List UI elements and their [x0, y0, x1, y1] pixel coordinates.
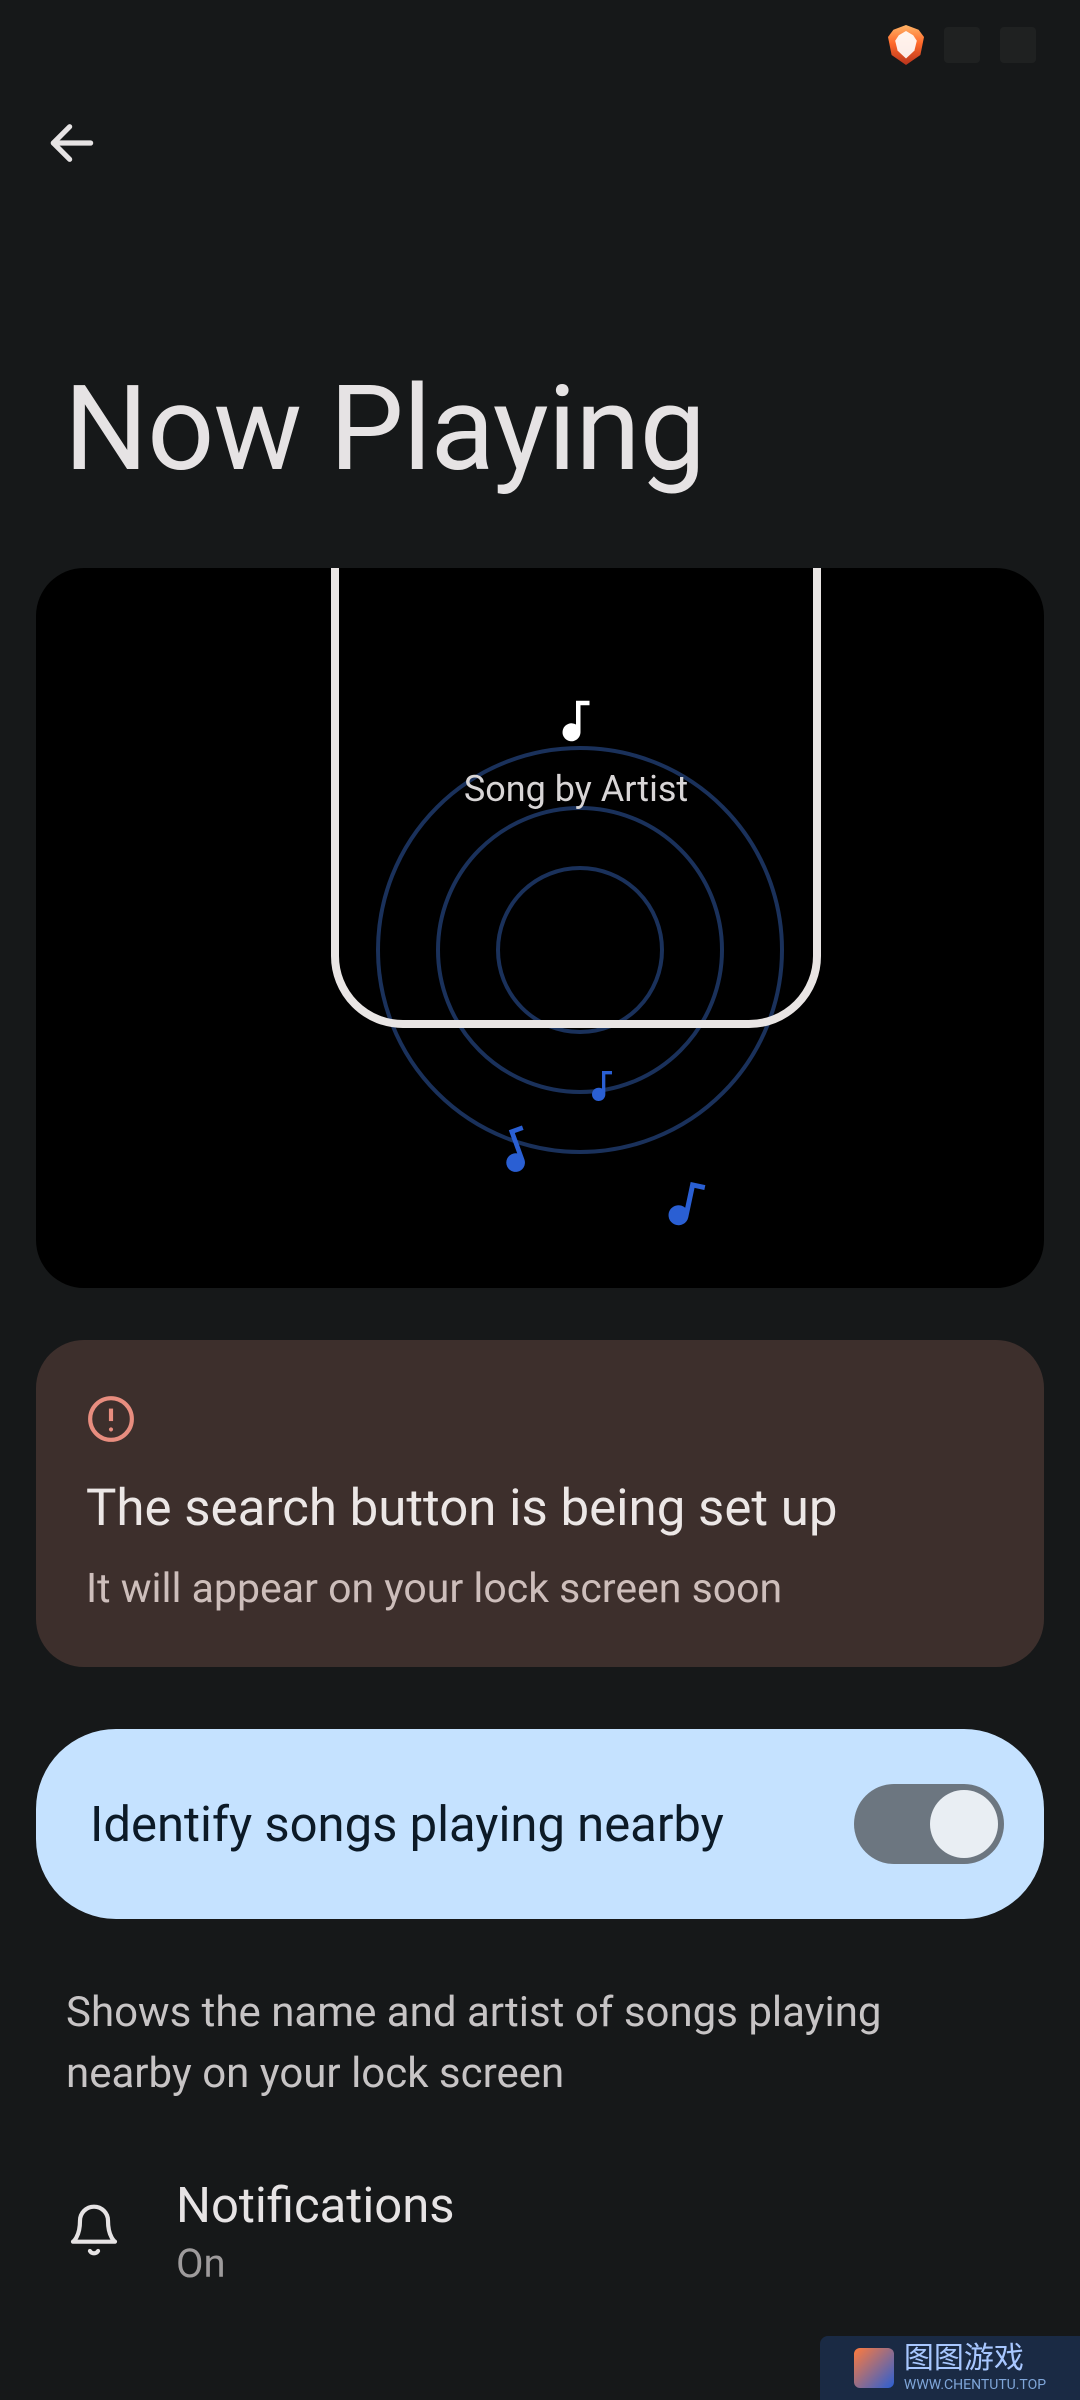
identify-songs-toggle[interactable] [854, 1784, 1004, 1864]
music-note-icon [464, 694, 688, 758]
identify-songs-description: Shows the name and artist of songs playi… [36, 1983, 1044, 2105]
warning-title: The search button is being set up [86, 1478, 994, 1539]
music-note-icon [582, 1066, 622, 1106]
bell-icon [66, 2202, 122, 2262]
arrow-back-icon[interactable] [44, 115, 100, 175]
page-title: Now Playing [0, 200, 1080, 568]
music-note-icon [656, 1174, 716, 1234]
identify-songs-label: Identify songs playing nearby [90, 1796, 724, 1853]
alert-circle-icon [86, 1394, 994, 1448]
watermark-logo-icon [854, 2348, 894, 2388]
watermark-label: 图图游戏 [904, 2344, 1046, 2374]
battery-icon [1000, 27, 1036, 63]
appbar [0, 90, 1080, 200]
warning-subtitle: It will appear on your lock screen soon [86, 1565, 994, 1613]
wifi-icon [944, 27, 980, 63]
notifications-subtitle: On [176, 2240, 455, 2287]
watermark-sub: WWW.CHENTUTU.TOP [904, 2378, 1046, 2392]
notifications-title: Notifications [176, 2177, 455, 2234]
toggle-thumb [930, 1790, 998, 1858]
music-note-icon [488, 1122, 544, 1178]
watermark-badge: 图图游戏 WWW.CHENTUTU.TOP [820, 2336, 1080, 2400]
identify-songs-row[interactable]: Identify songs playing nearby [36, 1729, 1044, 1919]
now-playing-preview: Song by Artist [36, 568, 1044, 1288]
brave-shield-icon [888, 25, 924, 65]
setup-warning-card: The search button is being set up It wil… [36, 1340, 1044, 1667]
notifications-row[interactable]: Notifications On [36, 2177, 1044, 2287]
preview-song-label: Song by Artist [464, 768, 688, 810]
phone-mockup: Song by Artist [331, 568, 821, 1028]
statusbar [0, 0, 1080, 90]
